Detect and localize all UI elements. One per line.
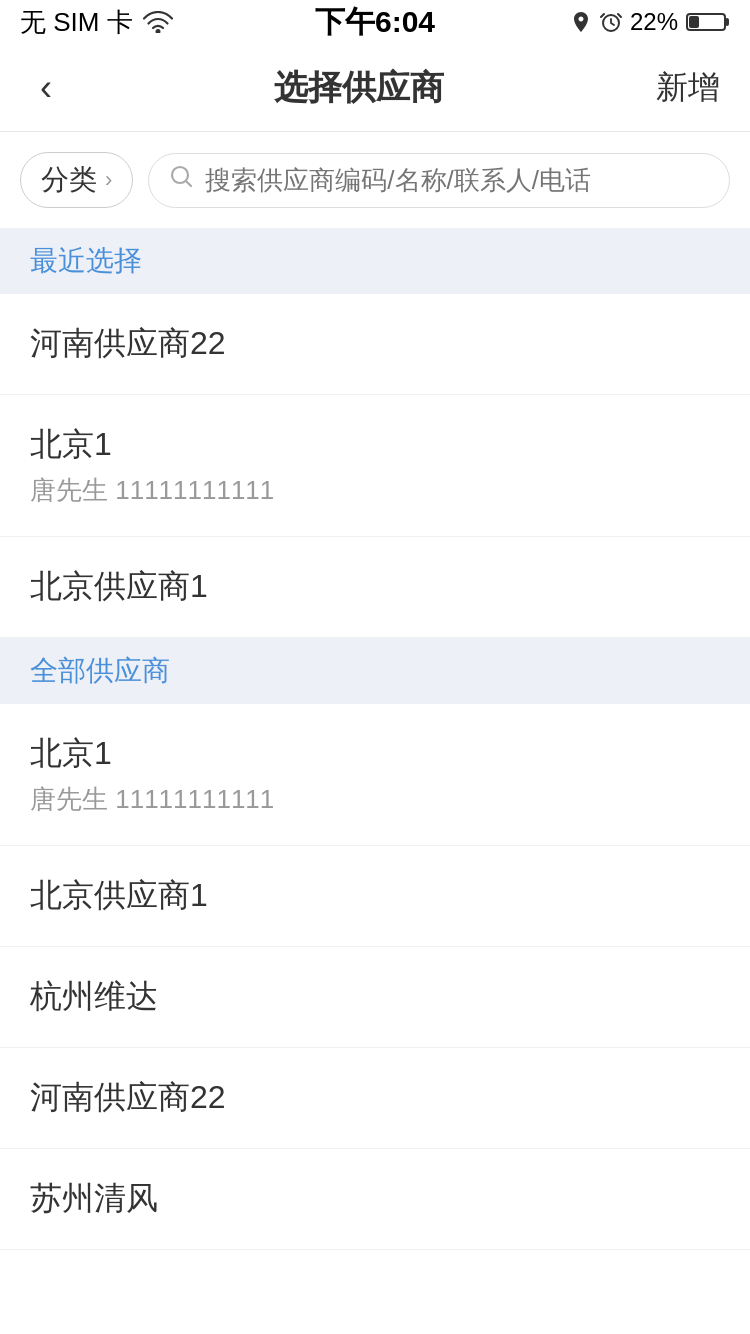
list-item[interactable]: 河南供应商22 — [0, 1048, 750, 1149]
nav-bar: ‹ 选择供应商 新增 — [0, 44, 750, 132]
all-list: 北京1 唐先生 11111111111 北京供应商1 杭州维达 河南供应商22 苏… — [0, 704, 750, 1250]
item-name: 河南供应商22 — [30, 322, 720, 366]
category-label: 分类 — [41, 161, 97, 199]
no-sim-text: 无 SIM 卡 — [20, 5, 133, 40]
search-box[interactable] — [148, 153, 730, 208]
back-button[interactable]: ‹ — [30, 57, 62, 119]
recent-section-header: 最近选择 — [0, 228, 750, 294]
location-icon — [570, 11, 592, 33]
all-section-header: 全部供应商 — [0, 638, 750, 704]
list-item[interactable]: 北京1 唐先生 11111111111 — [0, 704, 750, 846]
list-item[interactable]: 北京供应商1 — [0, 846, 750, 947]
add-button[interactable]: 新增 — [656, 66, 720, 110]
list-item[interactable]: 北京1 唐先生 11111111111 — [0, 395, 750, 537]
status-time: 下午6:04 — [315, 2, 435, 43]
item-name: 北京供应商1 — [30, 874, 720, 918]
item-sub: 唐先生 11111111111 — [30, 473, 720, 508]
status-left: 无 SIM 卡 — [20, 5, 173, 40]
svg-rect-3 — [689, 16, 699, 28]
filter-bar: 分类 › — [0, 132, 750, 228]
chevron-right-icon: › — [105, 167, 112, 193]
item-name: 北京1 — [30, 732, 720, 776]
item-name: 杭州维达 — [30, 975, 720, 1019]
item-name: 北京供应商1 — [30, 565, 720, 609]
list-item[interactable]: 河南供应商22 — [0, 294, 750, 395]
battery-icon — [686, 11, 730, 33]
svg-rect-2 — [725, 18, 729, 26]
item-sub: 唐先生 11111111111 — [30, 782, 720, 817]
search-icon — [169, 164, 195, 197]
page-title: 选择供应商 — [274, 65, 444, 111]
battery-text: 22% — [630, 8, 678, 36]
list-item[interactable]: 杭州维达 — [0, 947, 750, 1048]
category-button[interactable]: 分类 › — [20, 152, 133, 208]
recent-list: 河南供应商22 北京1 唐先生 11111111111 北京供应商1 — [0, 294, 750, 638]
item-name: 河南供应商22 — [30, 1076, 720, 1120]
wifi-icon — [143, 11, 173, 33]
list-item[interactable]: 苏州清风 — [0, 1149, 750, 1250]
status-bar: 无 SIM 卡 下午6:04 22% — [0, 0, 750, 44]
item-name: 苏州清风 — [30, 1177, 720, 1221]
list-item[interactable]: 北京供应商1 — [0, 537, 750, 638]
alarm-icon — [600, 11, 622, 33]
item-name: 北京1 — [30, 423, 720, 467]
status-right: 22% — [570, 8, 730, 36]
search-input[interactable] — [205, 165, 709, 196]
